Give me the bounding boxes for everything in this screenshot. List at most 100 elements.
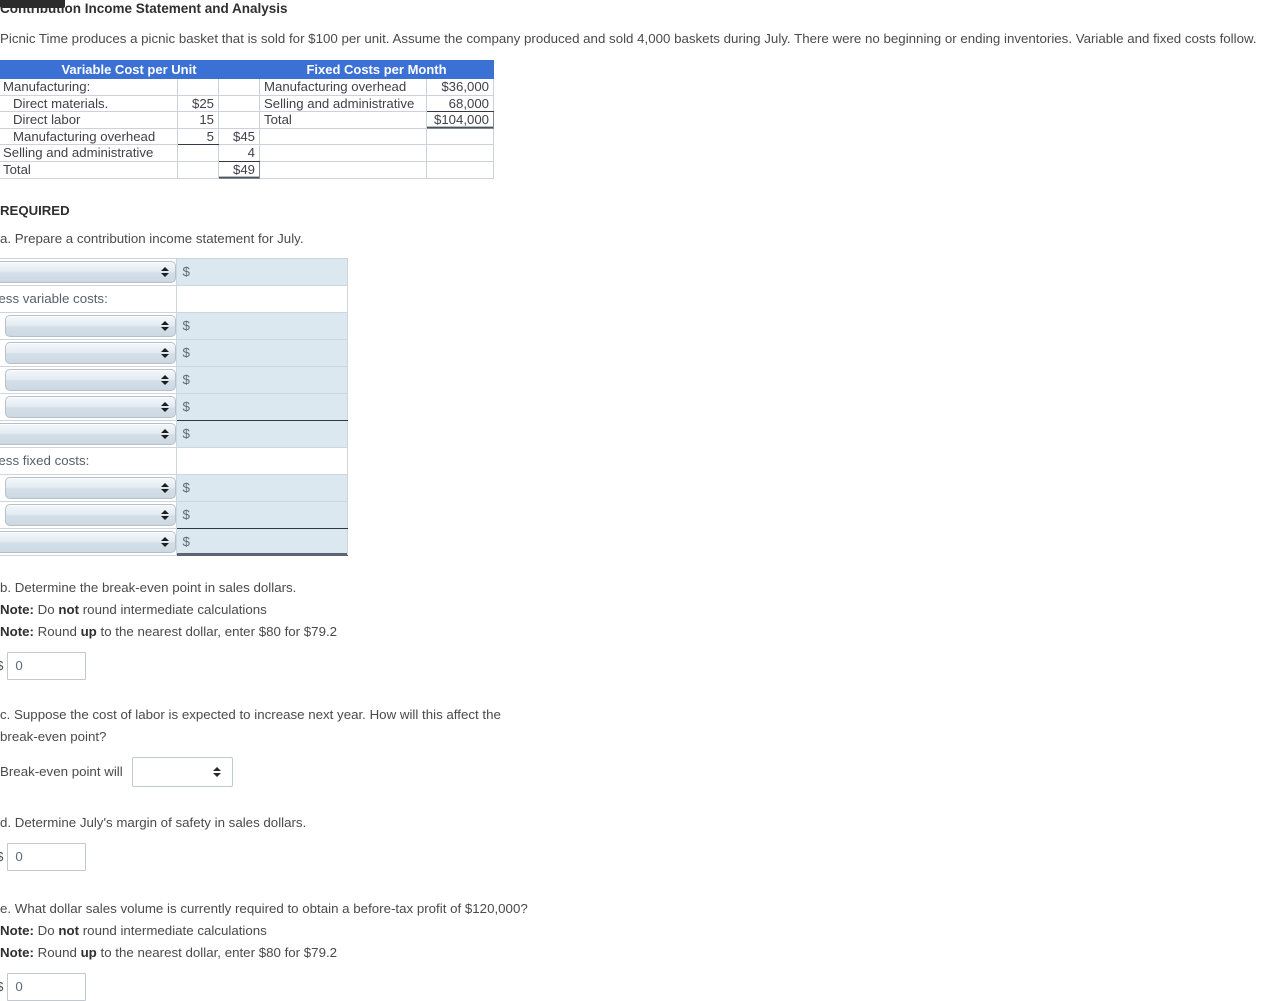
variable-row-n1 — [177, 160, 219, 179]
table-row: Total $49 — [0, 160, 494, 179]
table-row: Direct labor 15 Total $104,000 — [0, 111, 494, 129]
note-text-b: round intermediate calculations — [79, 922, 267, 938]
fixed-row-value: $104,000 — [426, 111, 494, 129]
net-income-select[interactable] — [0, 530, 176, 553]
sales-line-select-cell[interactable] — [0, 257, 177, 286]
variable-row-n2 — [218, 78, 260, 96]
variable-cost-1-select-cell[interactable] — [0, 311, 177, 340]
question-b-note-1: Note: Do not round intermediate calculat… — [0, 601, 1280, 618]
variable-cost-2-select-cell[interactable] — [0, 338, 177, 367]
fixed-row-label — [259, 160, 427, 179]
variable-row-label: Direct materials. — [0, 94, 178, 113]
variable-cost-3-amount-cell[interactable]: $ — [175, 365, 349, 394]
chevron-updown-icon — [161, 372, 170, 388]
question-b-answer-input[interactable] — [7, 651, 87, 680]
variable-cost-4-select[interactable] — [5, 395, 176, 418]
fixed-row-value: $36,000 — [426, 78, 494, 96]
form-row-variable-4: $ — [0, 392, 349, 421]
variable-row-n2: 4 — [218, 144, 260, 162]
contribution-margin-select-cell[interactable] — [0, 419, 177, 448]
tooltip-overlay — [0, 0, 65, 8]
variable-row-n1 — [177, 78, 219, 96]
variable-row-n1: 5 — [177, 127, 219, 146]
sales-amount-cell[interactable]: $ — [175, 257, 349, 286]
note-text-b: to the nearest dollar, enter $80 for $79… — [96, 623, 338, 639]
fixed-cost-1-select-cell[interactable] — [0, 473, 177, 502]
question-e-note-2: Note: Round up to the nearest dollar, en… — [0, 944, 1280, 961]
question-d-prompt: d. Determine July's margin of safety in … — [0, 814, 307, 830]
note-text-a: Do — [33, 922, 59, 938]
fixed-row-label — [259, 144, 427, 162]
variable-row-n1 — [177, 144, 219, 162]
fixed-row-label: Selling and administrative — [259, 94, 427, 113]
net-income-select-cell[interactable] — [0, 527, 177, 556]
fixed-cost-2-select[interactable] — [5, 503, 176, 526]
fixed-cost-header: Fixed Costs per Month — [259, 60, 494, 79]
question-e-note-1: Note: Do not round intermediate calculat… — [0, 922, 1280, 939]
fixed-cost-1-select[interactable] — [5, 476, 176, 499]
variable-cost-header: Variable Cost per Unit — [0, 60, 260, 79]
sales-line-select[interactable] — [0, 260, 176, 283]
variable-row-n1: $25 — [177, 94, 219, 113]
chevron-updown-icon — [161, 399, 170, 415]
form-row-variable-2: $ — [0, 338, 349, 367]
form-row-sales: $ — [0, 257, 349, 286]
variable-cost-2-select[interactable] — [5, 341, 176, 364]
question-e-answer-input[interactable] — [7, 972, 87, 1001]
form-row-variable-1: $ — [0, 311, 349, 340]
problem-intro-text: Picnic Time produces a picnic basket tha… — [0, 31, 1257, 46]
less-variable-costs-amount-cell — [175, 284, 349, 313]
note-emphasis: up — [80, 944, 97, 960]
fixed-cost-2-amount-cell[interactable]: $ — [175, 500, 349, 529]
question-b-note-2: Note: Round up to the nearest dollar, en… — [0, 623, 1280, 640]
form-row-fixed-1: $ — [0, 473, 349, 502]
question-d-answer-row: $ — [0, 842, 1280, 871]
question-c-select[interactable] — [131, 756, 233, 787]
variable-cost-3-select-cell[interactable] — [0, 365, 177, 394]
variable-row-n2: $49 — [218, 160, 260, 179]
variable-row-label: Selling and administrative — [0, 144, 178, 162]
note-text-a: Round — [33, 623, 81, 639]
less-variable-costs-label: Less variable costs: — [0, 284, 177, 313]
note-text-a: Do — [33, 601, 59, 617]
question-e-answer-row: $ — [0, 972, 1280, 1001]
contribution-margin-select[interactable] — [0, 422, 176, 445]
question-c-prompt-line1: c. Suppose the cost of labor is expected… — [0, 706, 501, 722]
fixed-row-value — [426, 160, 494, 179]
chevron-updown-icon — [212, 766, 221, 777]
variable-cost-4-select-cell[interactable] — [0, 392, 177, 421]
less-fixed-costs-label: Less fixed costs: — [0, 446, 177, 475]
variable-cost-4-amount-cell[interactable]: $ — [175, 392, 349, 421]
cost-table-header-row: Variable Cost per Unit Fixed Costs per M… — [0, 60, 494, 79]
break-even-point-will-label: Break-even point will — [0, 764, 123, 780]
page-title: Contribution Income Statement and Analys… — [0, 1, 288, 16]
variable-row-label: Total — [0, 160, 178, 179]
contribution-margin-amount-cell[interactable]: $ — [175, 419, 349, 448]
variable-cost-2-amount-cell[interactable]: $ — [175, 338, 349, 367]
variable-cost-3-select[interactable] — [5, 368, 176, 391]
fixed-cost-2-select-cell[interactable] — [0, 500, 177, 529]
chevron-updown-icon — [161, 534, 170, 550]
fixed-cost-1-amount-cell[interactable]: $ — [175, 473, 349, 502]
page-content: Contribution Income Statement and Analys… — [0, 0, 1280, 1001]
net-income-amount-cell[interactable]: $ — [175, 527, 349, 556]
less-fixed-costs-amount-cell — [175, 446, 349, 475]
question-b-answer-row: $ — [0, 651, 1280, 680]
variable-cost-1-amount-cell[interactable]: $ — [175, 311, 349, 340]
fixed-row-value: 68,000 — [426, 94, 494, 113]
note-text-b: round intermediate calculations — [79, 601, 267, 617]
question-a-prompt: a. Prepare a contribution income stateme… — [0, 230, 304, 246]
variable-row-label: Manufacturing overhead — [0, 127, 178, 146]
chevron-updown-icon — [161, 480, 170, 496]
form-row-variable-3: $ — [0, 365, 349, 394]
note-label: Note: — [0, 601, 34, 617]
form-row-net-income: $ — [0, 527, 349, 556]
cost-data-table: Variable Cost per Unit Fixed Costs per M… — [0, 60, 494, 179]
question-d-answer-input[interactable] — [7, 842, 87, 871]
variable-row-label: Direct labor — [0, 111, 178, 129]
dollar-sign-label: $ — [0, 658, 3, 673]
note-emphasis: up — [80, 623, 97, 639]
variable-cost-1-select[interactable] — [5, 314, 176, 337]
note-emphasis: not — [58, 922, 80, 938]
note-emphasis: not — [58, 601, 80, 617]
